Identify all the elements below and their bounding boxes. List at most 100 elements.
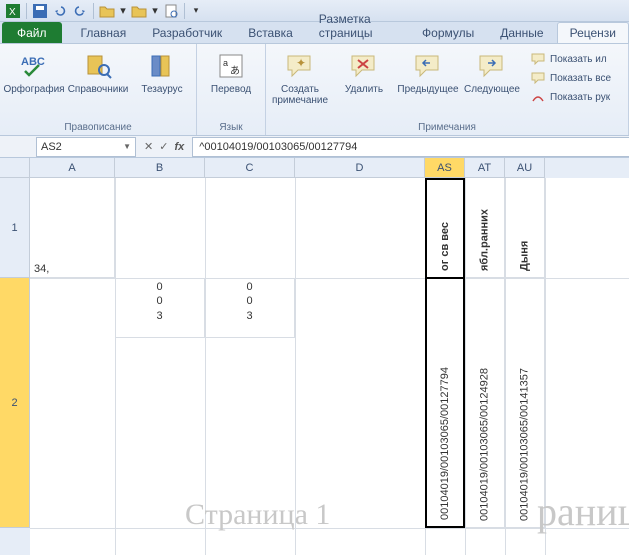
group-label-language: Язык bbox=[201, 122, 261, 135]
ribbon: ABC Орфография Справочники Тезаурус Прав… bbox=[0, 44, 629, 136]
save-icon[interactable] bbox=[31, 2, 49, 20]
research-label: Справочники bbox=[68, 84, 129, 95]
cell-AU2[interactable]: 00104019/00103065/00141357 bbox=[505, 278, 545, 528]
comment-del-icon bbox=[348, 50, 380, 82]
col-header-B[interactable]: B bbox=[115, 158, 205, 178]
ribbon-group-language: aあ Перевод Язык bbox=[197, 44, 266, 135]
chevron-down-icon[interactable]: ▼ bbox=[123, 142, 131, 151]
comment-icon bbox=[530, 51, 546, 67]
show-all-comments-button[interactable]: Показать все bbox=[526, 69, 615, 87]
col-header-D[interactable]: D bbox=[295, 158, 425, 178]
ribbon-group-comments: ✦ Создать примечание Удалить Предыдущее … bbox=[266, 44, 629, 135]
tab-home[interactable]: Главная bbox=[68, 22, 140, 43]
abc-check-icon: ABC bbox=[18, 50, 50, 82]
next-comment-label: Следующее bbox=[464, 84, 520, 95]
row-header-1[interactable]: 1 bbox=[0, 178, 30, 278]
svg-text:あ: あ bbox=[230, 65, 240, 77]
cell-AS2[interactable]: 00104019/00103065/00127794 bbox=[425, 278, 465, 528]
cell-AU2-text: 00104019/00103065/00141357 bbox=[509, 280, 540, 525]
cell-AT2-text: 00104019/00103065/00124928 bbox=[469, 280, 500, 525]
tab-developer[interactable]: Разработчик bbox=[139, 22, 235, 43]
show-all-label: Показать все bbox=[550, 73, 611, 84]
row-header-2[interactable]: 2 bbox=[0, 278, 30, 528]
cells-area[interactable]: 34, ог св вес ябл.ранних Дыня 0 0 3 0 0 … bbox=[30, 178, 629, 555]
print-preview-icon[interactable] bbox=[162, 2, 180, 20]
translate-label: Перевод bbox=[211, 84, 251, 95]
translate-icon: aあ bbox=[215, 50, 247, 82]
chevron-down-icon[interactable]: ▾ bbox=[150, 2, 160, 20]
prev-comment-label: Предыдущее bbox=[397, 84, 458, 95]
cell-AS1-text: ог св вес bbox=[431, 182, 459, 275]
thesaurus-button[interactable]: Тезаурус bbox=[132, 46, 192, 99]
ribbon-group-spelling: ABC Орфография Справочники Тезаурус Прав… bbox=[0, 44, 197, 135]
cell-AT1[interactable]: ябл.ранних bbox=[465, 178, 505, 278]
show-ink-label: Показать рук bbox=[550, 92, 610, 103]
prev-comment-button[interactable]: Предыдущее bbox=[398, 46, 458, 99]
new-comment-button[interactable]: ✦ Создать примечание bbox=[270, 46, 330, 110]
cell-AS1[interactable]: ог св вес bbox=[425, 178, 465, 278]
svg-text:a: a bbox=[223, 58, 228, 68]
spelling-label: Орфография bbox=[3, 84, 64, 95]
tab-formulas[interactable]: Формулы bbox=[409, 22, 487, 43]
translate-button[interactable]: aあ Перевод bbox=[201, 46, 261, 99]
comment-next-icon bbox=[476, 50, 508, 82]
undo-icon[interactable] bbox=[51, 2, 69, 20]
show-ink-button[interactable]: Показать рук bbox=[526, 88, 615, 106]
next-comment-button[interactable]: Следующее bbox=[462, 46, 522, 99]
spelling-button[interactable]: ABC Орфография bbox=[4, 46, 64, 99]
chevron-down-icon[interactable]: ▾ bbox=[118, 2, 128, 20]
show-hide-comment-button[interactable]: Показать ил bbox=[526, 50, 615, 68]
qat-customize-icon[interactable]: ▾ bbox=[189, 2, 203, 20]
cell-AS2-text: 00104019/00103065/00127794 bbox=[431, 281, 459, 524]
delete-comment-label: Удалить bbox=[345, 84, 383, 95]
col-header-C[interactable]: C bbox=[205, 158, 295, 178]
name-box-value: AS2 bbox=[41, 141, 62, 153]
enter-icon[interactable]: ✓ bbox=[159, 140, 168, 153]
row-headers: 1 2 bbox=[0, 178, 30, 555]
col-header-AT[interactable]: AT bbox=[465, 158, 505, 178]
research-button[interactable]: Справочники bbox=[68, 46, 128, 99]
delete-comment-button[interactable]: Удалить bbox=[334, 46, 394, 99]
cell-AU1-text: Дыня bbox=[509, 180, 540, 275]
cell-AU1[interactable]: Дыня bbox=[505, 178, 545, 278]
name-box[interactable]: AS2 ▼ bbox=[36, 137, 136, 157]
thesaurus-label: Тезаурус bbox=[141, 84, 182, 95]
new-comment-label: Создать примечание bbox=[272, 84, 328, 106]
svg-text:✦: ✦ bbox=[296, 56, 306, 70]
excel-icon[interactable]: X bbox=[4, 2, 22, 20]
worksheet[interactable]: A B C D AS AT AU 1 2 34, ог св вес ябл.р… bbox=[0, 158, 629, 555]
cell-AT2[interactable]: 00104019/00103065/00124928 bbox=[465, 278, 505, 528]
folder-new-icon[interactable] bbox=[98, 2, 116, 20]
tab-insert[interactable]: Вставка bbox=[235, 22, 306, 43]
cell-AT1-text: ябл.ранних bbox=[469, 180, 500, 275]
tab-file[interactable]: Файл bbox=[2, 22, 62, 43]
show-hide-label: Показать ил bbox=[550, 54, 607, 65]
tab-data[interactable]: Данные bbox=[487, 22, 556, 43]
svg-text:ABC: ABC bbox=[21, 56, 45, 68]
page-watermark: Страница 1 bbox=[185, 498, 330, 532]
group-label-comments: Примечания bbox=[270, 122, 624, 135]
select-all-corner[interactable] bbox=[0, 158, 30, 178]
book-icon bbox=[146, 50, 178, 82]
ribbon-tabs: Файл Главная Разработчик Вставка Разметк… bbox=[0, 22, 629, 44]
redo-icon[interactable] bbox=[71, 2, 89, 20]
comment-prev-icon bbox=[412, 50, 444, 82]
folder-open-icon[interactable] bbox=[130, 2, 148, 20]
tab-page-layout[interactable]: Разметка страницы bbox=[306, 8, 409, 43]
cell-C2[interactable]: 0 0 3 bbox=[205, 278, 295, 338]
col-header-A[interactable]: A bbox=[30, 158, 115, 178]
col-header-AU[interactable]: AU bbox=[505, 158, 545, 178]
cancel-icon[interactable]: ✕ bbox=[144, 140, 153, 153]
formula-bar: AS2 ▼ ✕ ✓ fx ^00104019/00103065/00127794 bbox=[0, 136, 629, 158]
book-search-icon bbox=[82, 50, 114, 82]
cell-B2[interactable]: 0 0 3 bbox=[115, 278, 205, 338]
ink-icon bbox=[530, 89, 546, 105]
formula-input[interactable]: ^00104019/00103065/00127794 bbox=[192, 137, 629, 157]
column-headers: A B C D AS AT AU bbox=[30, 158, 629, 178]
comment-icon bbox=[530, 70, 546, 86]
group-label-spelling: Правописание bbox=[4, 122, 192, 135]
fx-button[interactable]: fx bbox=[174, 141, 184, 153]
cell-A1[interactable]: 34, bbox=[30, 178, 115, 278]
col-header-AS[interactable]: AS bbox=[425, 158, 465, 178]
tab-review[interactable]: Рецензи bbox=[557, 22, 629, 43]
